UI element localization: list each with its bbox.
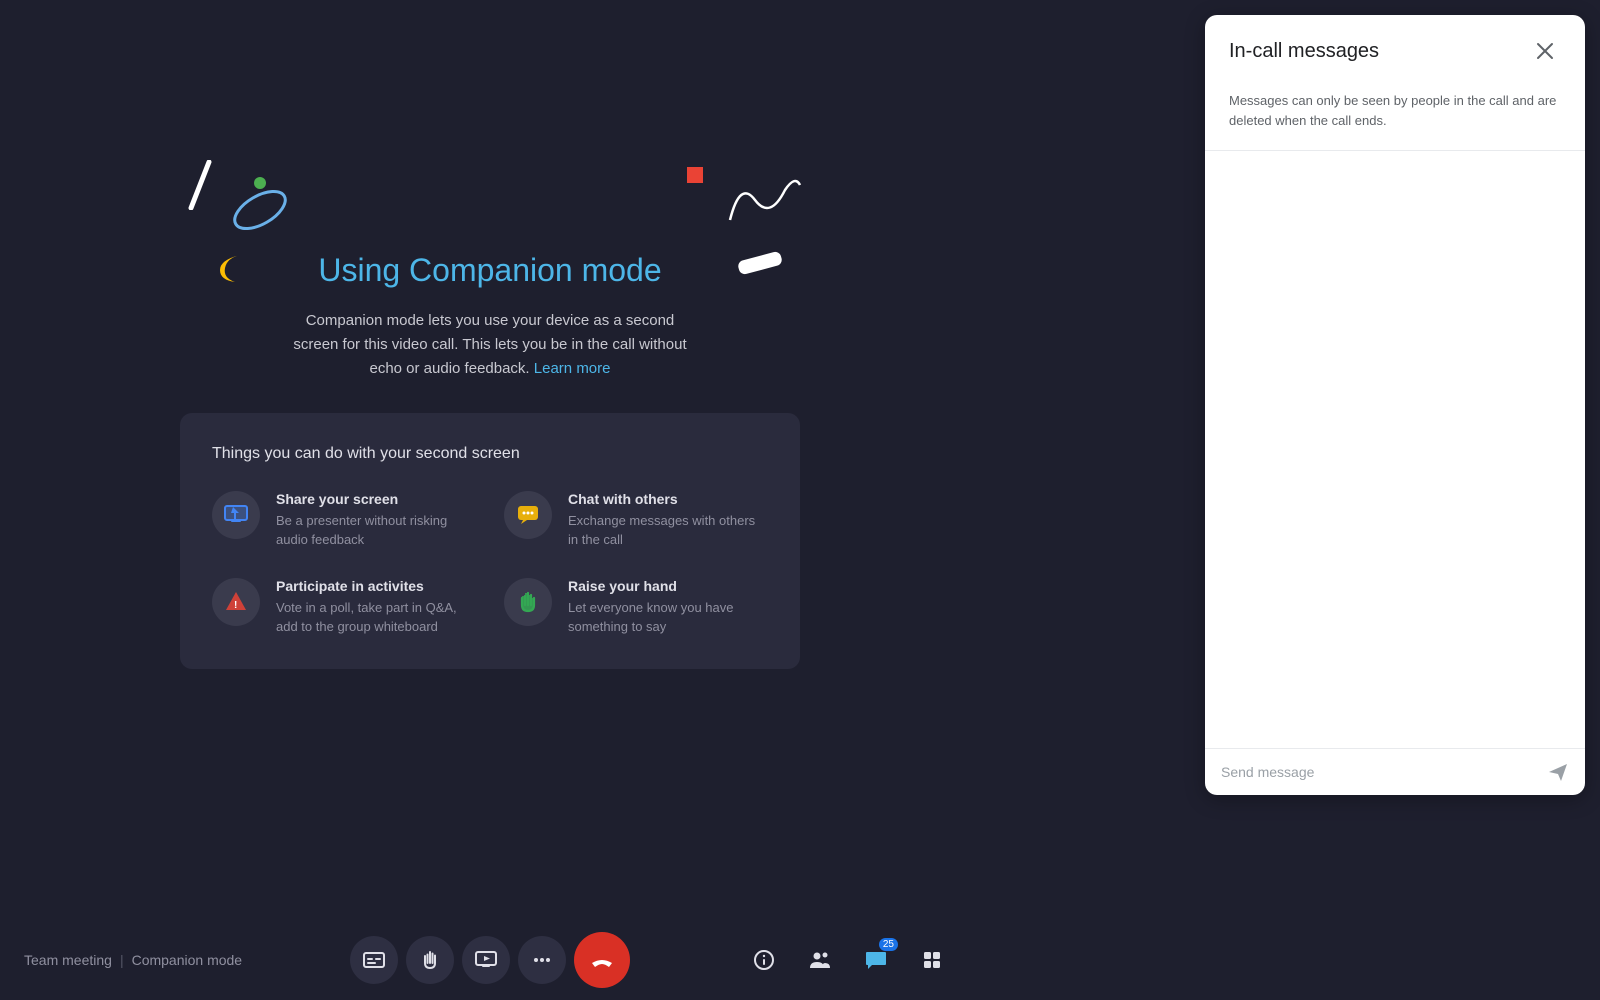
people-button[interactable] <box>796 936 844 984</box>
meeting-info: Team meeting | Companion mode <box>24 952 242 968</box>
feature-chat: Chat with others Exchange messages with … <box>504 491 768 550</box>
chat-icon <box>504 491 552 539</box>
activities-icon: ! <box>212 578 260 626</box>
in-call-messages-panel: In-call messages Messages can only be se… <box>1205 15 1585 795</box>
feature-activities-title: Participate in activites <box>276 578 476 594</box>
share-screen-icon <box>212 491 260 539</box>
activities-button[interactable] <box>908 936 956 984</box>
panel-subtitle: Messages can only be seen by people in t… <box>1205 83 1585 151</box>
feature-hand-title: Raise your hand <box>568 578 768 594</box>
panel-title: In-call messages <box>1229 40 1379 63</box>
deco-ring <box>225 175 295 245</box>
feature-share: Share your screen Be a presenter without… <box>212 491 476 550</box>
bottom-bar: Team meeting | Companion mode <box>0 920 980 1000</box>
features-grid: Share your screen Be a presenter without… <box>212 491 768 637</box>
features-title: Things you can do with your second scree… <box>212 445 768 463</box>
feature-activities-text: Participate in activites Vote in a poll,… <box>276 578 476 637</box>
panel-messages <box>1205 151 1585 748</box>
deco-square <box>685 165 705 185</box>
panel-footer <box>1205 748 1585 795</box>
present-button[interactable] <box>462 936 510 984</box>
feature-share-title: Share your screen <box>276 491 476 507</box>
companion-hero: Using Companion mode Companion mode lets… <box>190 252 790 381</box>
more-options-button[interactable] <box>518 936 566 984</box>
main-area: Using Companion mode Companion mode lets… <box>0 0 980 1000</box>
feature-share-text: Share your screen Be a presenter without… <box>276 491 476 550</box>
message-input[interactable] <box>1221 764 1539 780</box>
svg-text:!: ! <box>234 600 237 611</box>
feature-activities-desc: Vote in a poll, take part in Q&A, add to… <box>276 598 476 637</box>
raise-hand-button[interactable] <box>406 936 454 984</box>
controls-right: 25 <box>740 936 956 984</box>
feature-share-desc: Be a presenter without risking audio fee… <box>276 511 476 550</box>
end-call-button[interactable] <box>574 932 630 988</box>
chat-badge: 25 <box>879 938 898 951</box>
feature-hand-desc: Let everyone know you have something to … <box>568 598 768 637</box>
feature-activities: ! Participate in activites Vote in a pol… <box>212 578 476 637</box>
meeting-mode: Companion mode <box>132 952 243 968</box>
feature-chat-text: Chat with others Exchange messages with … <box>568 491 768 550</box>
feature-chat-title: Chat with others <box>568 491 768 507</box>
feature-chat-desc: Exchange messages with others in the cal… <box>568 511 768 550</box>
captions-button[interactable] <box>350 936 398 984</box>
meeting-name: Team meeting <box>24 952 112 968</box>
controls-center <box>350 932 630 988</box>
hero-description: Companion mode lets you use your device … <box>290 309 690 381</box>
info-button[interactable] <box>740 936 788 984</box>
separator: | <box>120 952 124 968</box>
hero-title: Using Companion mode <box>190 252 790 289</box>
feature-hand: Raise your hand Let everyone know you ha… <box>504 578 768 637</box>
learn-more-link[interactable]: Learn more <box>534 360 611 377</box>
panel-close-button[interactable] <box>1529 35 1561 67</box>
deco-slash <box>185 160 215 210</box>
features-card: Things you can do with your second scree… <box>180 413 800 669</box>
panel-header: In-call messages <box>1205 15 1585 83</box>
raise-hand-icon <box>504 578 552 626</box>
feature-hand-text: Raise your hand Let everyone know you ha… <box>568 578 768 637</box>
chat-button[interactable]: 25 <box>852 936 900 984</box>
deco-wave <box>725 170 805 230</box>
send-message-button[interactable] <box>1547 761 1569 783</box>
